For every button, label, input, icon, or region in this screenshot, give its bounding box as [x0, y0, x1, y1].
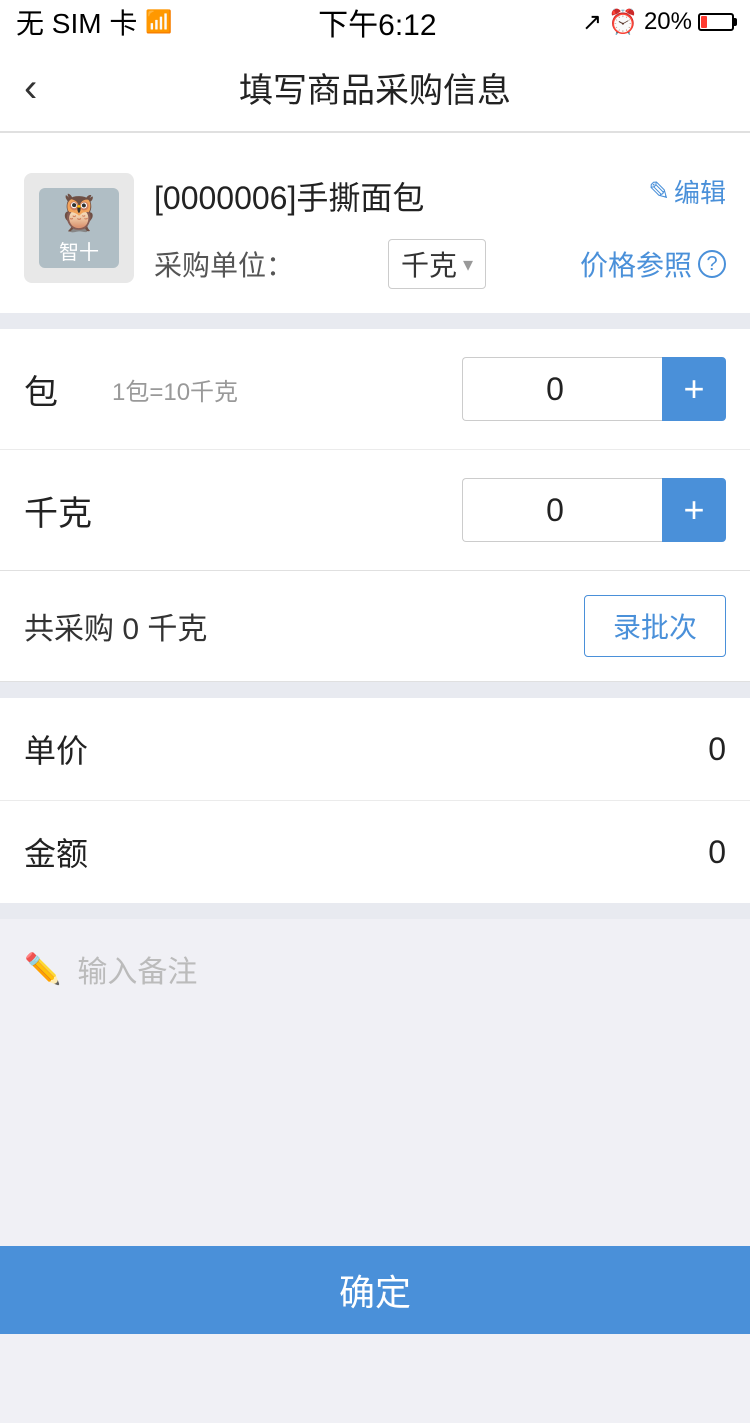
unit-price-value: 0: [708, 731, 726, 768]
pencil-icon: ✏️: [24, 952, 61, 987]
status-left: 无 SIM 卡 📶: [16, 2, 173, 42]
batch-button[interactable]: 录批次: [584, 595, 726, 657]
wifi-icon: 📶: [145, 9, 172, 35]
edit-icon: ✎: [648, 176, 670, 207]
quantity-section: 包 1包=10千克 + 千克 +: [0, 329, 750, 570]
top-spacer: [0, 133, 750, 149]
product-header: [0000006]手撕面包 ✎ 编辑: [154, 173, 726, 219]
unit-select[interactable]: 千克 ▾: [388, 239, 486, 289]
chevron-down-icon: ▾: [463, 252, 473, 277]
main-content: 🦉 智十 [0000006]手撕面包 ✎ 编辑 采购单位： 千克 ▾: [0, 133, 750, 1423]
product-card: 🦉 智十 [0000006]手撕面包 ✎ 编辑 采购单位： 千克 ▾: [0, 149, 750, 313]
logo-subtext: 智十: [59, 236, 99, 265]
amount-label: 金额: [24, 829, 88, 875]
kg-quantity-input[interactable]: [462, 478, 662, 542]
product-image: 🦉 智十: [24, 173, 134, 283]
info-icon: ?: [698, 250, 726, 278]
unit-label: 采购单位：: [154, 244, 294, 284]
product-info: [0000006]手撕面包 ✎ 编辑 采购单位： 千克 ▾ 价格参照 ?: [154, 173, 726, 289]
kg-label: 千克: [24, 486, 104, 535]
price-ref-button[interactable]: 价格参照 ?: [580, 244, 726, 284]
kg-input-wrap: +: [462, 478, 726, 542]
total-row: 共采购 0 千克 录批次: [0, 570, 750, 682]
status-right: ↗ ⏰ 20%: [582, 8, 734, 37]
battery-pct: 20%: [644, 8, 692, 36]
section-divider-2: [0, 682, 750, 698]
edit-button[interactable]: ✎ 编辑: [648, 173, 726, 210]
section-divider-3: [0, 903, 750, 919]
scroll-area: 🦉 智十 [0000006]手撕面包 ✎ 编辑 采购单位： 千克 ▾: [0, 133, 750, 1335]
kg-plus-button[interactable]: +: [662, 478, 726, 542]
time-display: 下午6:12: [318, 0, 436, 44]
bag-quantity-input[interactable]: [462, 357, 662, 421]
section-divider-1: [0, 313, 750, 329]
alarm-icon: ⏰: [608, 8, 638, 37]
bag-input-wrap: +: [462, 357, 726, 421]
edit-label: 编辑: [674, 173, 726, 210]
note-section[interactable]: ✏️ 输入备注: [0, 919, 750, 1019]
status-bar: 无 SIM 卡 📶 下午6:12 ↗ ⏰ 20%: [0, 0, 750, 44]
unit-price-row: 单价 0: [0, 698, 750, 801]
bag-plus-button[interactable]: +: [662, 357, 726, 421]
bag-quantity-row: 包 1包=10千克 +: [0, 329, 750, 450]
back-button[interactable]: ‹: [24, 68, 37, 108]
unit-value: 千克: [401, 244, 457, 284]
unit-price-label: 单价: [24, 726, 88, 772]
amount-value: 0: [708, 834, 726, 871]
total-label: 共采购 0 千克: [24, 604, 207, 648]
carrier-text: 无 SIM 卡: [16, 2, 137, 42]
product-name: [0000006]手撕面包: [154, 173, 648, 219]
product-unit-row: 采购单位： 千克 ▾ 价格参照 ?: [154, 239, 726, 289]
note-placeholder: 输入备注: [77, 947, 197, 991]
bottom-bar: 确定: [0, 1246, 750, 1334]
detail-section: 单价 0 金额 0: [0, 698, 750, 903]
price-ref-label: 价格参照: [580, 244, 692, 284]
page-title: 填写商品采购信息: [239, 63, 511, 112]
kg-quantity-row: 千克 +: [0, 450, 750, 570]
location-icon: ↗: [582, 8, 602, 37]
footer-spacer: [0, 1335, 750, 1423]
battery-fill: [701, 16, 707, 28]
logo-owl-icon: 🦉: [57, 192, 102, 234]
battery-bar: [698, 13, 734, 31]
confirm-button[interactable]: 确定: [0, 1246, 750, 1334]
product-logo: 🦉 智十: [39, 188, 119, 268]
amount-row: 金额 0: [0, 801, 750, 903]
bag-label: 包: [24, 365, 104, 414]
bag-sub-label: 1包=10千克: [112, 372, 462, 407]
nav-bar: ‹ 填写商品采购信息: [0, 44, 750, 132]
